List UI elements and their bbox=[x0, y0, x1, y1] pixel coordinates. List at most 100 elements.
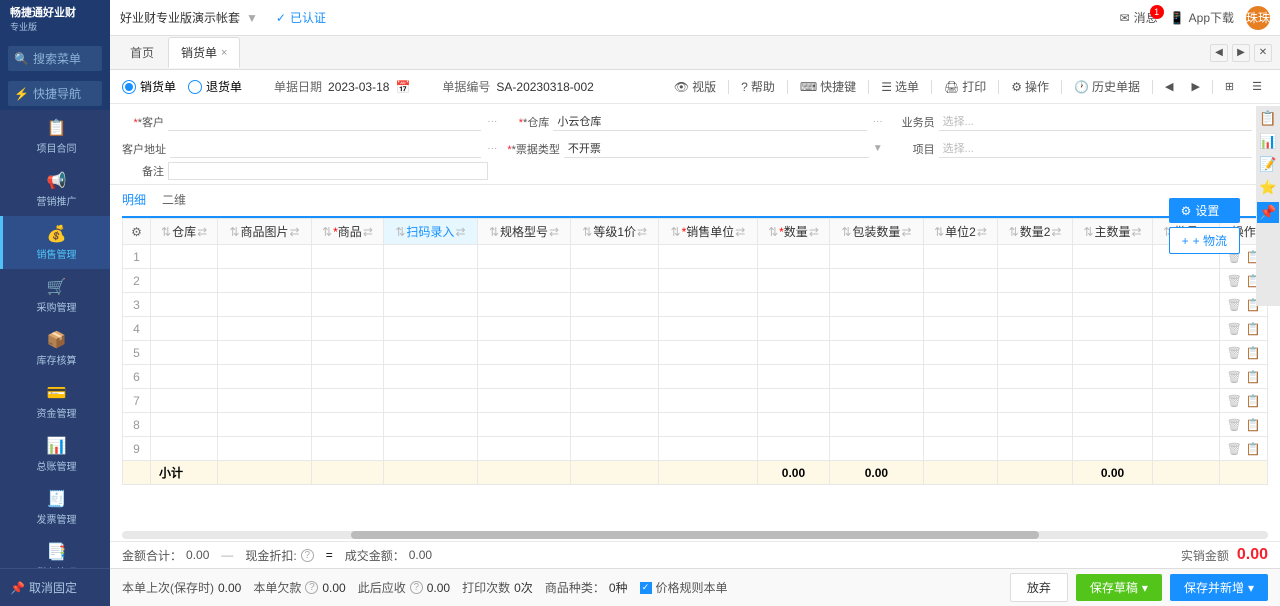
right-panel-icon-5[interactable]: 📌 bbox=[1257, 202, 1278, 223]
tab-next-button[interactable]: ▶ bbox=[1232, 44, 1250, 62]
tab-navigation: ◀ ▶ ✕ bbox=[1210, 44, 1272, 62]
sales-icon: 💰 bbox=[47, 224, 67, 244]
search-menu-button[interactable]: 🔍 搜索菜单 bbox=[8, 46, 102, 71]
warehouse-more-button[interactable]: ··· bbox=[873, 116, 883, 127]
delete-icon[interactable]: 🗑 bbox=[1227, 322, 1242, 336]
discard-button[interactable]: 放弃 bbox=[1010, 573, 1068, 602]
warehouse-input[interactable]: 小云仓库 bbox=[553, 112, 866, 131]
calendar-icon[interactable]: 📅 bbox=[395, 80, 410, 94]
sidebar-item-tax[interactable]: 📑 税务管理 bbox=[0, 534, 110, 568]
amount-total-label: 金额合计： 0.00 bbox=[122, 547, 209, 564]
nav-prev-button[interactable]: ◀ bbox=[1159, 78, 1179, 95]
tab-home[interactable]: 首页 bbox=[118, 38, 166, 67]
receivable-help-icon[interactable]: ? bbox=[410, 581, 423, 594]
radio-return-dot bbox=[188, 80, 202, 94]
tab-2d[interactable]: 二维 bbox=[162, 191, 186, 212]
right-panel-icon-1[interactable]: 📋 bbox=[1259, 110, 1276, 127]
right-panel-icon-4[interactable]: ⭐ bbox=[1259, 179, 1276, 196]
address-input[interactable] bbox=[170, 140, 481, 158]
invoice-select[interactable]: 不开票 bbox=[564, 139, 869, 158]
discount-help-icon[interactable]: ? bbox=[301, 549, 314, 562]
copy-icon[interactable]: 📋 bbox=[1246, 418, 1261, 432]
delete-icon[interactable]: 🗑 bbox=[1227, 370, 1242, 384]
tab-close-all-button[interactable]: ✕ bbox=[1254, 44, 1272, 62]
app-download-button[interactable]: 📱 App下载 bbox=[1170, 9, 1234, 26]
chevron-down-icon: ▼ bbox=[246, 11, 258, 25]
receivable-value: 0.00 bbox=[427, 581, 450, 595]
save-draft-button[interactable]: 保存草稿 ▾ bbox=[1076, 574, 1162, 601]
avatar[interactable]: 珠珠 bbox=[1246, 6, 1270, 30]
delete-icon[interactable]: 🗑 bbox=[1227, 346, 1242, 360]
price-check-checkbox[interactable]: ✓ bbox=[640, 582, 652, 594]
goods-types-item: 商品种类： 0种 bbox=[545, 579, 628, 596]
address-more-button[interactable]: ··· bbox=[487, 143, 497, 154]
print-button[interactable]: 🖨 打印 bbox=[938, 76, 992, 97]
right-panel-icon-2[interactable]: 📊 bbox=[1259, 133, 1276, 150]
sidebar-item-marketing[interactable]: 📢 营销推广 bbox=[0, 163, 110, 216]
col-unit: ⇅*销售单位⇄ bbox=[659, 219, 758, 245]
sidebar-item-invoice[interactable]: 🧾 发票管理 bbox=[0, 481, 110, 534]
table-row: 1🗑📋 bbox=[123, 245, 1268, 269]
price-check-item[interactable]: ✓ 价格规则本单 bbox=[640, 579, 728, 596]
copy-icon[interactable]: 📋 bbox=[1246, 394, 1261, 408]
col-main-qty: ⇅主数量⇄ bbox=[1072, 219, 1152, 245]
subtotal-pack-qty: 0.00 bbox=[830, 461, 924, 485]
sort-icon[interactable]: ⇅ bbox=[161, 225, 171, 239]
grid-view-button[interactable]: ⊞ bbox=[1219, 78, 1240, 95]
copy-icon[interactable]: 📋 bbox=[1246, 370, 1261, 384]
tab-prev-button[interactable]: ◀ bbox=[1210, 44, 1228, 62]
radio-return[interactable]: 退货单 bbox=[188, 78, 242, 95]
delete-icon[interactable]: 🗑 bbox=[1227, 298, 1242, 312]
sidebar-item-funds[interactable]: 💳 资金管理 bbox=[0, 375, 110, 428]
tab-close-icon[interactable]: × bbox=[221, 47, 227, 59]
add-logistics-button[interactable]: + + 物流 bbox=[1169, 227, 1240, 254]
radio-sales[interactable]: 销货单 bbox=[122, 78, 176, 95]
history-button[interactable]: 🕐 历史单据 bbox=[1068, 76, 1146, 97]
settings-button[interactable]: ⚙ 设置 bbox=[1169, 198, 1240, 223]
sidebar-item-inventory[interactable]: 📦 库存核算 bbox=[0, 322, 110, 375]
table-scrollbar-thumb[interactable] bbox=[351, 531, 1039, 539]
search-section: 🔍 搜索菜单 bbox=[0, 40, 110, 77]
invoice-field-row: *票据类型 不开票 ▼ bbox=[507, 137, 882, 160]
delete-icon[interactable]: 🗑 bbox=[1227, 442, 1242, 456]
deal-amount-value: 0.00 bbox=[409, 548, 432, 562]
shortcuts-button[interactable]: ⌨ 快捷键 bbox=[794, 76, 862, 97]
table-scrollbar[interactable] bbox=[122, 531, 1268, 539]
customer-more-button[interactable]: ··· bbox=[487, 116, 497, 127]
sidebar-item-sales[interactable]: 💰 销售管理 bbox=[0, 216, 110, 269]
delete-icon[interactable]: 🗑 bbox=[1227, 394, 1242, 408]
col-settings-icon[interactable]: ⚙ bbox=[131, 225, 142, 239]
tab-detail[interactable]: 明细 bbox=[122, 191, 146, 218]
list-view-button[interactable]: ☰ bbox=[1246, 78, 1268, 95]
message-icon: ✉ bbox=[1120, 11, 1130, 25]
sidebar-item-project[interactable]: 📋 项目合同 bbox=[0, 110, 110, 163]
company-selector[interactable]: 好业财专业版演示帐套 ▼ bbox=[120, 9, 258, 26]
sidebar-item-accounting[interactable]: 📊 总账管理 bbox=[0, 428, 110, 481]
delete-icon[interactable]: 🗑 bbox=[1227, 418, 1242, 432]
operate-button[interactable]: ⚙ 操作 bbox=[1005, 76, 1055, 97]
save-new-button[interactable]: 保存并新增 ▾ bbox=[1170, 574, 1268, 601]
debt-value: 0.00 bbox=[322, 581, 345, 595]
staff-input[interactable]: 选择... bbox=[939, 112, 1252, 131]
note-input[interactable] bbox=[168, 162, 488, 180]
copy-icon[interactable]: 📋 bbox=[1246, 442, 1261, 456]
right-panel-icon-3[interactable]: 📝 bbox=[1259, 156, 1276, 173]
copy-icon[interactable]: 📋 bbox=[1246, 346, 1261, 360]
messages-button[interactable]: ✉ 消息 1 bbox=[1120, 9, 1158, 26]
goods-types-value: 0种 bbox=[609, 579, 628, 596]
select-button[interactable]: ☰ 选单 bbox=[875, 76, 925, 97]
help-button[interactable]: ? 帮助 bbox=[735, 76, 781, 97]
sidebar-item-purchase[interactable]: 🛒 采购管理 bbox=[0, 269, 110, 322]
quick-nav-button[interactable]: ⚡ 快捷导航 bbox=[8, 81, 102, 106]
cancel-fixed-button[interactable]: 📌 取消固定 bbox=[6, 575, 104, 600]
delete-icon[interactable]: 🗑 bbox=[1227, 274, 1242, 288]
copy-icon[interactable]: 📋 bbox=[1246, 322, 1261, 336]
col-goods: ⇅*商品⇄ bbox=[311, 219, 383, 245]
tab-sales-order[interactable]: 销货单 × bbox=[168, 37, 240, 68]
nav-next-button[interactable]: ▶ bbox=[1185, 78, 1205, 95]
view-button[interactable]: 👁 视版 bbox=[668, 76, 722, 97]
customer-input[interactable] bbox=[168, 113, 481, 131]
invoice-arrow-icon[interactable]: ▼ bbox=[873, 143, 883, 154]
project-input[interactable]: 选择... bbox=[939, 139, 1252, 158]
debt-help-icon[interactable]: ? bbox=[305, 581, 318, 594]
